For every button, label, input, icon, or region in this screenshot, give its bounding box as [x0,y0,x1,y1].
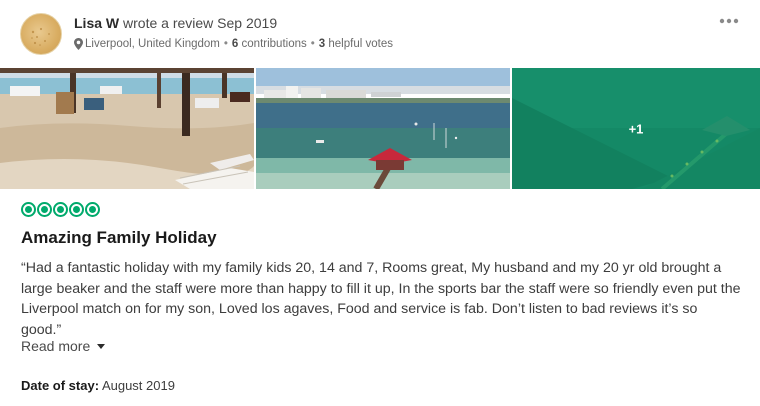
date-of-stay-value: August 2019 [101,378,175,393]
rating-bubble-icon [37,202,52,217]
rating-bubbles [21,202,100,217]
more-options-icon[interactable] [718,16,740,26]
review-text: “Had a fantastic holiday with my family … [21,260,741,338]
review-photo-more[interactable]: +1 [512,68,760,189]
rating-bubble-icon [21,202,36,217]
author-location: Liverpool, United Kingdom [85,38,220,50]
avatar[interactable] [20,13,62,55]
rating-bubble-icon [85,202,100,217]
author-meta: Liverpool, United Kingdom • 6 contributi… [74,38,393,50]
rating-bubble-icon [53,202,68,217]
date-of-stay-label: Date of stay: [21,378,100,393]
review-title[interactable]: Amazing Family Holiday [21,228,217,248]
review-header: Lisa W wrote a review Sep 2019 Liverpool… [20,12,740,56]
more-photos-count[interactable]: +1 [629,121,644,136]
read-more-link[interactable]: Read more [21,338,106,354]
rating-bubble-icon [69,202,84,217]
helpful-votes-label: helpful votes [328,38,393,50]
meta-separator: • [223,38,228,50]
review-photos: +1 [0,68,760,189]
meta-separator: • [310,38,315,50]
contributions-count: 6 [231,38,239,50]
author-name[interactable]: Lisa W [74,15,119,31]
review-action-text: wrote a review Sep 2019 [123,15,278,31]
map-pin-icon [74,38,83,50]
date-of-stay: Date of stay: August 2019 [21,378,175,393]
contributions-label: contributions [241,38,307,50]
read-more-label: Read more [21,338,91,354]
helpful-votes-count: 3 [318,38,326,50]
review-photo-beach[interactable] [0,68,254,189]
caret-down-icon [97,344,106,349]
author-line: Lisa W wrote a review Sep 2019 [74,15,277,31]
review-photo-lagoon[interactable] [256,68,510,189]
